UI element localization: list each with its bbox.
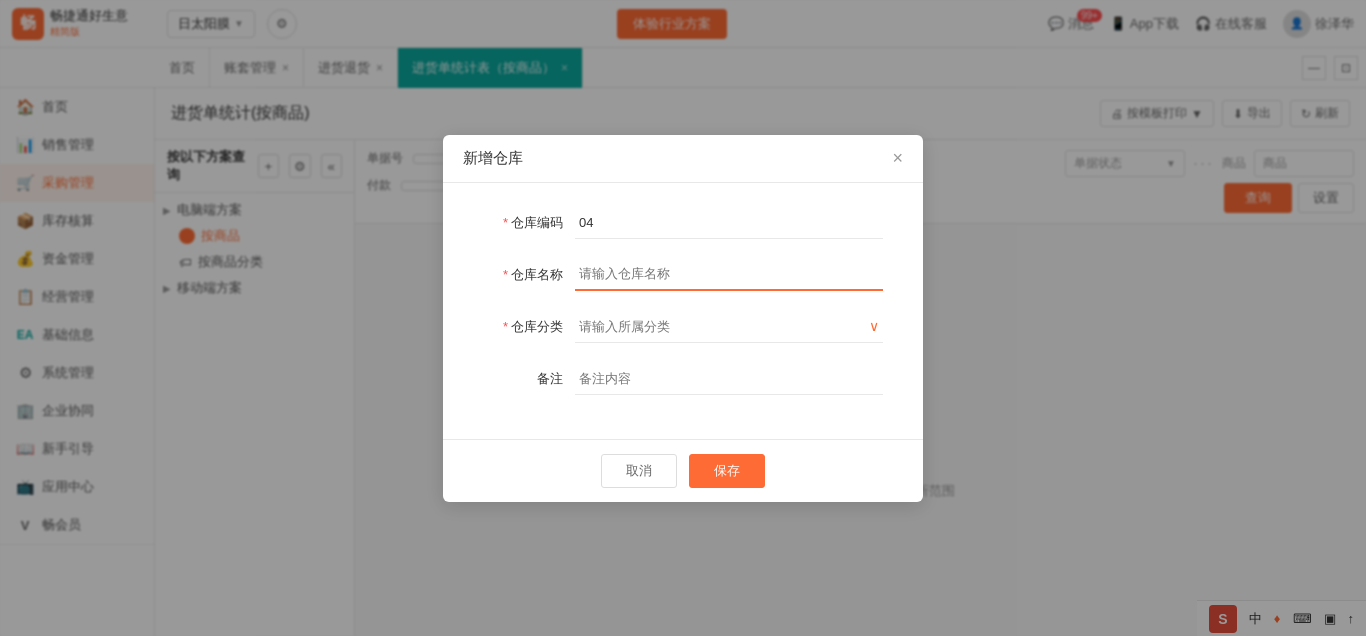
form-row-category: 仓库分类 ∨: [483, 311, 883, 343]
code-label: 仓库编码: [483, 214, 563, 232]
remark-input[interactable]: [575, 363, 883, 395]
form-row-code: 仓库编码: [483, 207, 883, 239]
dialog-close-button[interactable]: ×: [892, 149, 903, 167]
category-select-input[interactable]: [579, 319, 869, 334]
category-select-arrow-icon: ∨: [869, 318, 879, 334]
modal-overlay: 新增仓库 × 仓库编码 仓库名称 仓库分类 ∨: [0, 0, 1366, 636]
form-row-remark: 备注: [483, 363, 883, 395]
code-input[interactable]: [575, 207, 883, 239]
category-label: 仓库分类: [483, 318, 563, 336]
dialog-body: 仓库编码 仓库名称 仓库分类 ∨ 备注: [443, 183, 923, 439]
name-label: 仓库名称: [483, 266, 563, 284]
cancel-button[interactable]: 取消: [601, 454, 677, 488]
name-input[interactable]: [575, 259, 883, 291]
category-select[interactable]: ∨: [575, 311, 883, 343]
dialog-footer: 取消 保存: [443, 439, 923, 502]
remark-label: 备注: [483, 370, 563, 388]
dialog-title: 新增仓库: [463, 149, 523, 168]
save-button[interactable]: 保存: [689, 454, 765, 488]
dialog-header: 新增仓库 ×: [443, 135, 923, 183]
new-warehouse-dialog: 新增仓库 × 仓库编码 仓库名称 仓库分类 ∨: [443, 135, 923, 502]
form-row-name: 仓库名称: [483, 259, 883, 291]
